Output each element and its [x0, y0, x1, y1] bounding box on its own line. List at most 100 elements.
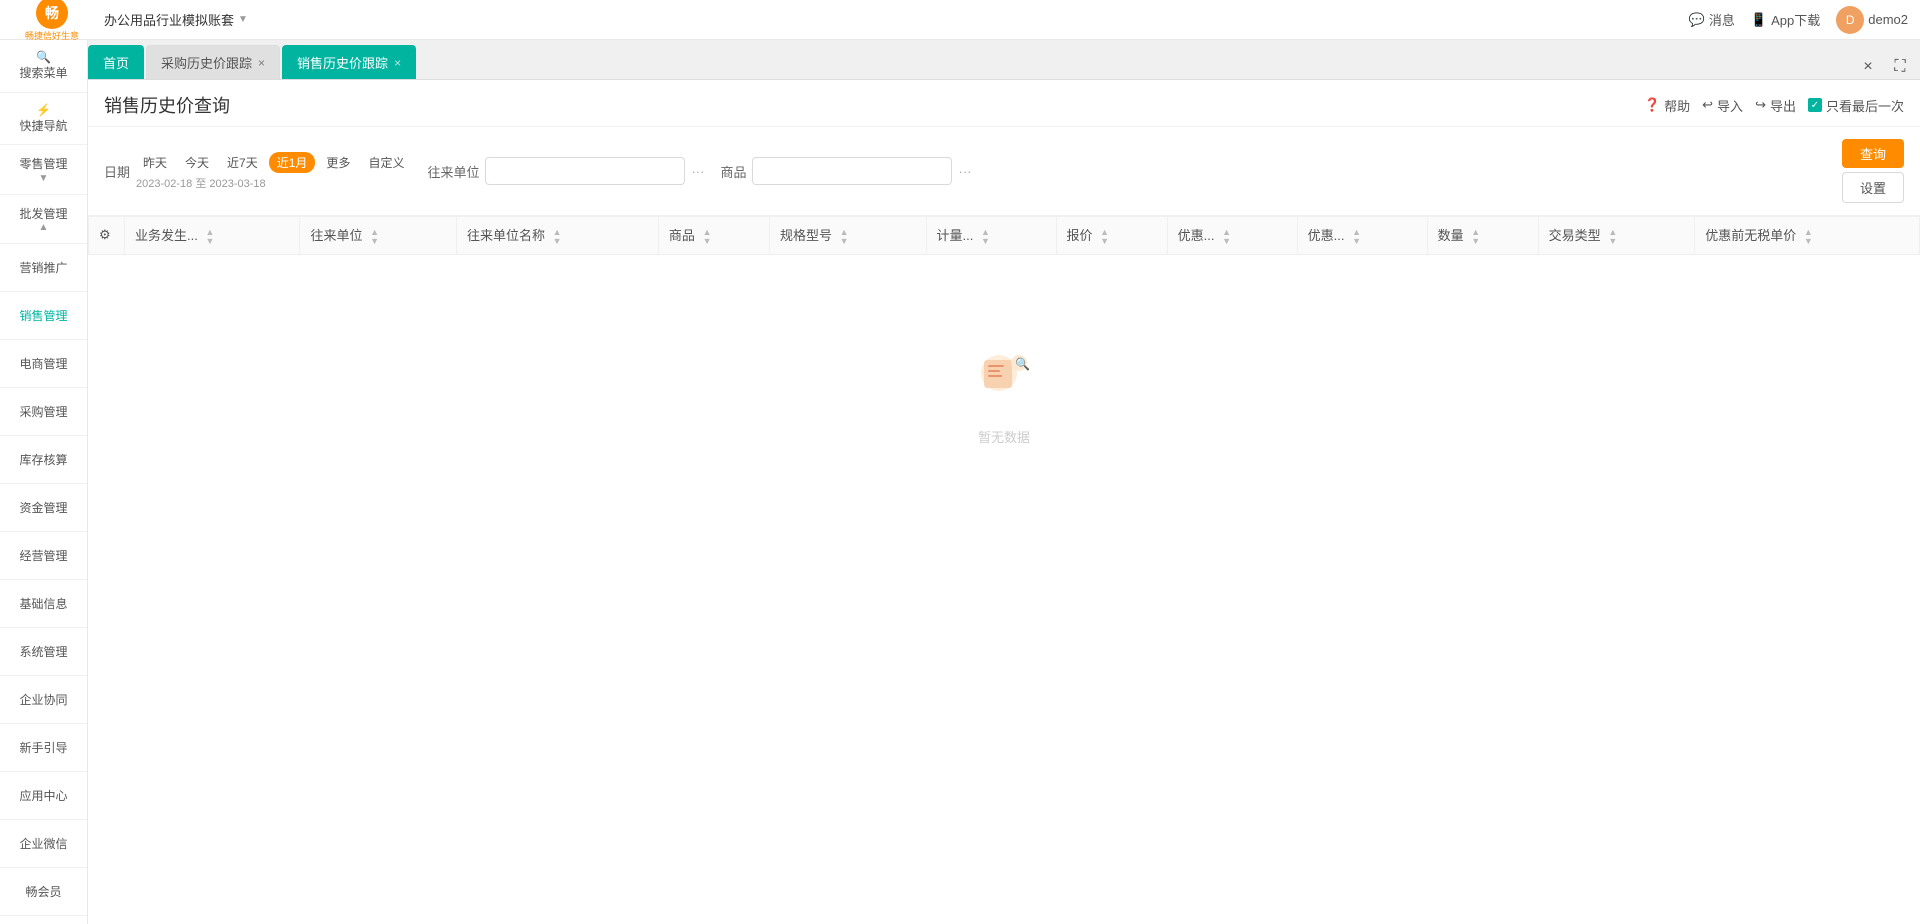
sort-icon-discount2: ▲▼ — [1352, 228, 1361, 246]
empty-state: 🔍 暂无数据 — [88, 255, 1920, 526]
table-header: ⚙ 业务发生... ▲▼ 往来单位 ▲▼ 往来单位名称 — [89, 217, 1920, 255]
tab-bar-actions: × ⛶ — [1856, 55, 1920, 79]
export-icon: ↪ — [1755, 97, 1766, 113]
data-table-container: ⚙ 业务发生... ▲▼ 往来单位 ▲▼ 往来单位名称 — [88, 216, 1920, 924]
th-trade-type[interactable]: 交易类型 ▲▼ — [1538, 217, 1695, 255]
sidebar-item-retail-mgmt[interactable]: 零售管理 ▼ — [0, 145, 87, 195]
quick-nav-icon: ⚡ — [36, 103, 51, 117]
message-icon: 💬 — [1689, 12, 1705, 28]
th-unit[interactable]: 计量... ▲▼ — [926, 217, 1056, 255]
sidebar-item-enterprise-collab[interactable]: 企业协同 — [0, 676, 87, 724]
page-title-bar: 销售历史价查询 ❓ 帮助 ↩ 导入 ↪ 导出 ✓ — [88, 80, 1920, 127]
tab-sales-history[interactable]: 销售历史价跟踪 × — [282, 45, 416, 79]
sort-icon-product: ▲▼ — [703, 228, 712, 246]
sort-icon-qty: ▲▼ — [1471, 228, 1480, 246]
header-middle: 办公用品行业模拟账套 ▼ — [92, 10, 1689, 29]
sidebar-item-vip-member[interactable]: 畅会员 — [0, 868, 87, 916]
th-gear[interactable]: ⚙ — [89, 217, 125, 255]
page-title: 销售历史价查询 — [104, 92, 230, 118]
app-download-btn[interactable]: 📱 App下载 — [1751, 10, 1820, 29]
import-btn[interactable]: ↩ 导入 — [1702, 96, 1743, 115]
sidebar-item-ecommerce-mgmt[interactable]: 电商管理 — [0, 340, 87, 388]
sidebar-item-sales-mgmt[interactable]: 销售管理 — [0, 292, 87, 340]
th-unit-name[interactable]: 往来单位名称 ▲▼ — [456, 217, 658, 255]
th-spec[interactable]: 规格型号 ▲▼ — [770, 217, 927, 255]
source-unit-input[interactable] — [485, 157, 685, 185]
sidebar-item-enterprise-wechat[interactable]: 企业微信 — [0, 820, 87, 868]
main-layout: 🔍 搜索菜单 ⚡ 快捷导航 零售管理 ▼ 批发管理 ▲ 营销推广 销售管理 电商… — [0, 40, 1920, 924]
logo-icon: 畅 — [36, 0, 68, 29]
th-product[interactable]: 商品 ▲▼ — [658, 217, 769, 255]
search-menu-icon: 🔍 — [36, 50, 51, 64]
th-qty[interactable]: 数量 ▲▼ — [1427, 217, 1538, 255]
product-dots[interactable]: ··· — [958, 164, 971, 179]
logo-area: 畅 畅捷信好生意 — [12, 0, 92, 42]
svg-text:🔍: 🔍 — [1015, 356, 1030, 371]
th-discount2[interactable]: 优惠... ▲▼ — [1297, 217, 1427, 255]
user-menu[interactable]: D demo2 — [1836, 6, 1908, 34]
header-right: 💬 消息 📱 App下载 D demo2 — [1689, 6, 1908, 34]
sort-icon-unit-name: ▲▼ — [553, 228, 562, 246]
help-icon: ❓ — [1644, 97, 1660, 113]
tab-purchase-history[interactable]: 采购历史价跟踪 × — [146, 45, 280, 79]
empty-icon: 🔍 — [964, 335, 1044, 415]
only-last-checkbox-label[interactable]: ✓ 只看最后一次 — [1808, 96, 1904, 115]
workspace-name: 办公用品行业模拟账套 — [104, 10, 234, 29]
date-btn-custom[interactable]: 自定义 — [361, 152, 411, 173]
source-unit-dots[interactable]: ··· — [691, 164, 704, 179]
message-btn[interactable]: 💬 消息 — [1689, 10, 1735, 29]
sidebar-item-finance-mgmt[interactable]: 资金管理 — [0, 484, 87, 532]
top-header: 畅 畅捷信好生意 办公用品行业模拟账套 ▼ 💬 消息 📱 App下载 D dem… — [0, 0, 1920, 40]
th-discount1[interactable]: 优惠... ▲▼ — [1167, 217, 1297, 255]
source-unit-filter-group: 往来单位 ··· — [427, 157, 704, 185]
app-icon: 📱 — [1751, 12, 1767, 28]
product-input[interactable] — [752, 157, 952, 185]
sidebar-item-purchase-mgmt[interactable]: 采购管理 — [0, 388, 87, 436]
date-btn-today[interactable]: 今天 — [178, 152, 216, 173]
chevron-up-icon: ▲ — [39, 222, 49, 233]
close-all-tabs-btn[interactable]: × — [1856, 55, 1880, 79]
sidebar-item-inventory-check[interactable]: 库存核算 — [0, 436, 87, 484]
sort-icon-biz-date: ▲▼ — [205, 228, 214, 246]
sort-icon-price: ▲▼ — [1100, 228, 1109, 246]
sidebar-item-marketing[interactable]: 营销推广 — [0, 244, 87, 292]
only-last-checkbox[interactable]: ✓ — [1808, 98, 1822, 112]
date-btn-more[interactable]: 更多 — [319, 152, 357, 173]
gear-icon: ⚙ — [99, 227, 111, 242]
source-unit-label: 往来单位 — [427, 162, 479, 181]
sidebar-item-app-center[interactable]: 应用中心 — [0, 772, 87, 820]
settings-button[interactable]: 设置 — [1842, 172, 1904, 203]
chevron-down-icon: ▼ — [39, 173, 49, 184]
sidebar-item-basic-info[interactable]: 基础信息 — [0, 580, 87, 628]
date-options: 昨天 今天 近7天 近1月 更多 自定义 — [136, 152, 411, 173]
empty-text: 暂无数据 — [978, 427, 1030, 446]
th-price[interactable]: 报价 ▲▼ — [1056, 217, 1167, 255]
workspace-selector[interactable]: 办公用品行业模拟账套 ▼ — [104, 10, 248, 29]
page-actions: ❓ 帮助 ↩ 导入 ↪ 导出 ✓ 只看最后一次 — [1644, 96, 1904, 115]
export-btn[interactable]: ↪ 导出 — [1755, 96, 1796, 115]
date-btn-7days[interactable]: 近7天 — [220, 152, 265, 173]
tab-home[interactable]: 首页 — [88, 45, 144, 79]
product-filter-group: 商品 ··· — [720, 157, 971, 185]
sidebar-item-quick-nav[interactable]: ⚡ 快捷导航 — [0, 93, 87, 146]
product-label: 商品 — [720, 162, 746, 181]
th-biz-date[interactable]: 业务发生... ▲▼ — [125, 217, 300, 255]
date-range-text: 2023-02-18 至 2023-03-18 — [136, 175, 411, 191]
fullscreen-btn[interactable]: ⛶ — [1888, 55, 1912, 79]
sort-icon-notax-price: ▲▼ — [1804, 228, 1813, 246]
sidebar-item-sys-mgmt[interactable]: 系统管理 — [0, 628, 87, 676]
date-btn-1month[interactable]: 近1月 — [269, 152, 316, 173]
th-notax-price[interactable]: 优惠前无税单价 ▲▼ — [1695, 217, 1920, 255]
sidebar-item-wholesale-mgmt[interactable]: 批发管理 ▲ — [0, 195, 87, 245]
sidebar-item-new-guide[interactable]: 新手引导 — [0, 724, 87, 772]
sidebar-item-search-menu[interactable]: 🔍 搜索菜单 — [0, 40, 87, 93]
th-unit-code[interactable]: 往来单位 ▲▼ — [300, 217, 457, 255]
close-tab-sales-history[interactable]: × — [394, 56, 401, 70]
help-btn[interactable]: ❓ 帮助 — [1644, 96, 1690, 115]
close-tab-purchase-history[interactable]: × — [258, 56, 265, 70]
query-button[interactable]: 查询 — [1842, 139, 1904, 168]
sidebar: 🔍 搜索菜单 ⚡ 快捷导航 零售管理 ▼ 批发管理 ▲ 营销推广 销售管理 电商… — [0, 40, 88, 924]
sidebar-item-ops-mgmt[interactable]: 经营管理 — [0, 532, 87, 580]
date-filter-group: 日期 昨天 今天 近7天 近1月 更多 自定义 2023-02-18 至 202… — [104, 152, 411, 191]
date-btn-yesterday[interactable]: 昨天 — [136, 152, 174, 173]
